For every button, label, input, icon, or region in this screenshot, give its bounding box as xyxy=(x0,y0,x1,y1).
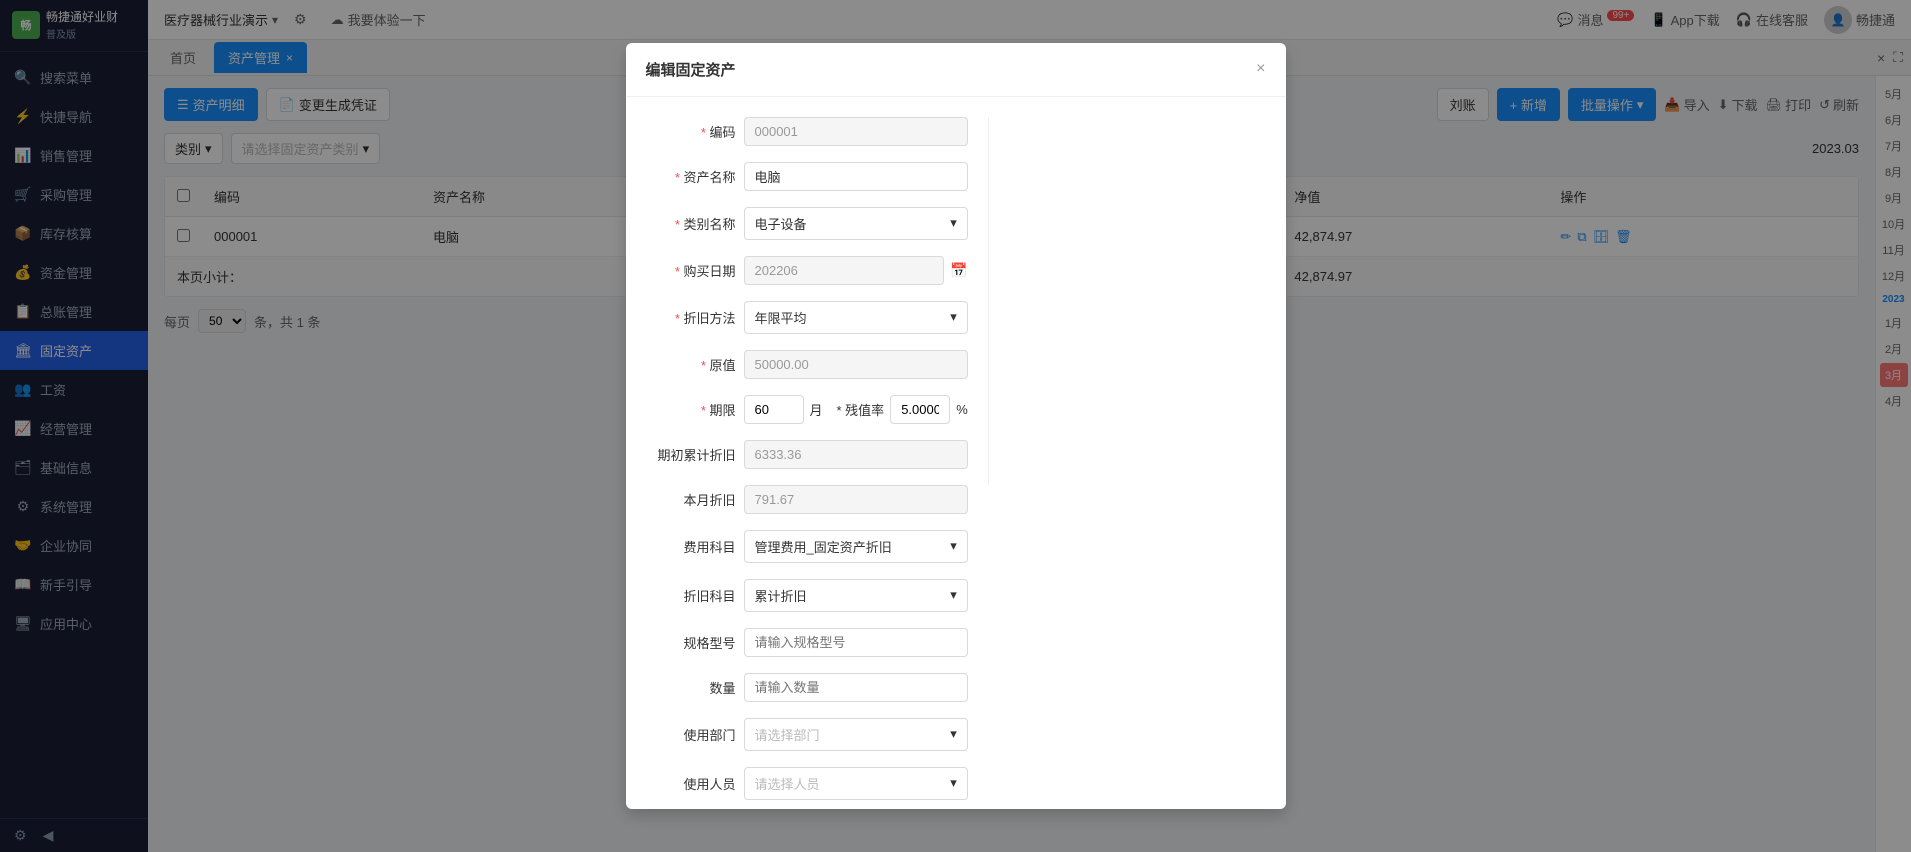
department-dropdown-icon: ▾ xyxy=(950,726,957,742)
user-label: 使用人员 xyxy=(656,774,736,793)
modal-divider xyxy=(988,117,989,485)
purchase-date-label: 购买日期 xyxy=(656,261,736,280)
expense-subject-select[interactable]: 管理费用_固定资产折旧 ▾ xyxy=(744,530,968,563)
form-row-original-value: 原值 xyxy=(656,350,968,379)
asset-name-label: 资产名称 xyxy=(656,167,736,186)
expense-subject-value: 管理费用_固定资产折旧 xyxy=(755,537,892,556)
user-select[interactable]: 请选择人员 ▾ xyxy=(744,767,968,800)
form-row-period: 期限 月 * 残值率 % xyxy=(656,395,968,424)
residual-rate-input[interactable] xyxy=(890,395,950,424)
form-row-depreciation-method: 折旧方法 年限平均 ▾ xyxy=(656,301,968,334)
department-select[interactable]: 请选择部门 ▾ xyxy=(744,718,968,751)
depreciation-subject-label: 折旧科目 xyxy=(656,586,736,605)
initial-depreciation-input[interactable] xyxy=(744,440,968,469)
spec-input[interactable] xyxy=(744,628,968,657)
depreciation-subject-value: 累计折旧 xyxy=(755,586,807,605)
depreciation-method-value: 年限平均 xyxy=(755,308,807,327)
modal-overlay: 编辑固定资产 × 编码 资产名称 类别名称 xyxy=(0,0,1911,852)
residual-rate-unit: % xyxy=(956,402,968,417)
expense-subject-label: 费用科目 xyxy=(656,537,736,556)
form-row-user: 使用人员 请选择人员 ▾ xyxy=(656,767,968,800)
modal-left-col: 编码 资产名称 类别名称 电子设备 ▾ xyxy=(646,117,978,485)
residual-rate-label: * 残值率 xyxy=(837,400,885,419)
department-label: 使用部门 xyxy=(656,725,736,744)
form-row-category: 类别名称 电子设备 ▾ xyxy=(656,207,968,240)
original-value-label: 原值 xyxy=(656,355,736,374)
asset-name-input[interactable] xyxy=(744,162,968,191)
category-value: 电子设备 xyxy=(755,214,807,233)
form-row-expense-subject: 费用科目 管理费用_固定资产折旧 ▾ xyxy=(656,530,968,563)
form-row-initial-depreciation: 期初累计折旧 xyxy=(656,440,968,469)
depreciation-method-label: 折旧方法 xyxy=(656,308,736,327)
edit-asset-modal: 编辑固定资产 × 编码 资产名称 类别名称 xyxy=(626,43,1286,810)
depreciation-subject-select[interactable]: 累计折旧 ▾ xyxy=(744,579,968,612)
form-row-depreciation-subject: 折旧科目 累计折旧 ▾ xyxy=(656,579,968,612)
form-row-purchase-date: 购买日期 📅 xyxy=(656,256,968,285)
period-unit: 月 xyxy=(810,400,823,419)
expense-subject-dropdown-icon: ▾ xyxy=(950,538,957,554)
quantity-label: 数量 xyxy=(656,678,736,697)
form-row-code: 编码 xyxy=(656,117,968,146)
modal-header: 编辑固定资产 × xyxy=(626,43,1286,97)
modal-grid: 编码 资产名称 类别名称 电子设备 ▾ xyxy=(646,117,1266,810)
purchase-date-input[interactable] xyxy=(744,256,945,285)
form-row-monthly-depreciation: 本月折旧 xyxy=(656,485,968,514)
form-row-quantity: 数量 xyxy=(656,673,968,702)
calendar-icon[interactable]: 📅 xyxy=(950,262,967,279)
user-placeholder: 请选择人员 xyxy=(755,774,820,793)
modal-title: 编辑固定资产 xyxy=(646,59,736,80)
depreciation-method-select[interactable]: 年限平均 ▾ xyxy=(744,301,968,334)
code-label: 编码 xyxy=(656,122,736,141)
period-label: 期限 xyxy=(656,400,736,419)
category-dropdown-icon: ▾ xyxy=(950,215,957,231)
modal-right-col: 本月折旧 费用科目 管理费用_固定资产折旧 ▾ 折旧科目 累计折旧 xyxy=(646,485,978,810)
category-label: 类别名称 xyxy=(656,214,736,233)
initial-depreciation-label: 期初累计折旧 xyxy=(656,445,736,464)
spec-label: 规格型号 xyxy=(656,633,736,652)
quantity-input[interactable] xyxy=(744,673,968,702)
form-row-asset-name: 资产名称 xyxy=(656,162,968,191)
form-row-department: 使用部门 请选择部门 ▾ xyxy=(656,718,968,751)
period-input[interactable] xyxy=(744,395,804,424)
modal-body: 编码 资产名称 类别名称 电子设备 ▾ xyxy=(626,97,1286,810)
form-row-spec: 规格型号 xyxy=(656,628,968,657)
category-select[interactable]: 电子设备 ▾ xyxy=(744,207,968,240)
purchase-date-group: 📅 xyxy=(744,256,968,285)
original-value-input[interactable] xyxy=(744,350,968,379)
period-group: 月 * 残值率 % xyxy=(744,395,968,424)
depreciation-subject-dropdown-icon: ▾ xyxy=(950,587,957,603)
depreciation-method-dropdown-icon: ▾ xyxy=(950,309,957,325)
monthly-depreciation-label: 本月折旧 xyxy=(656,490,736,509)
code-input[interactable] xyxy=(744,117,968,146)
monthly-depreciation-input[interactable] xyxy=(744,485,968,514)
department-placeholder: 请选择部门 xyxy=(755,725,820,744)
user-dropdown-icon: ▾ xyxy=(950,775,957,791)
modal-close-btn[interactable]: × xyxy=(1256,60,1265,78)
